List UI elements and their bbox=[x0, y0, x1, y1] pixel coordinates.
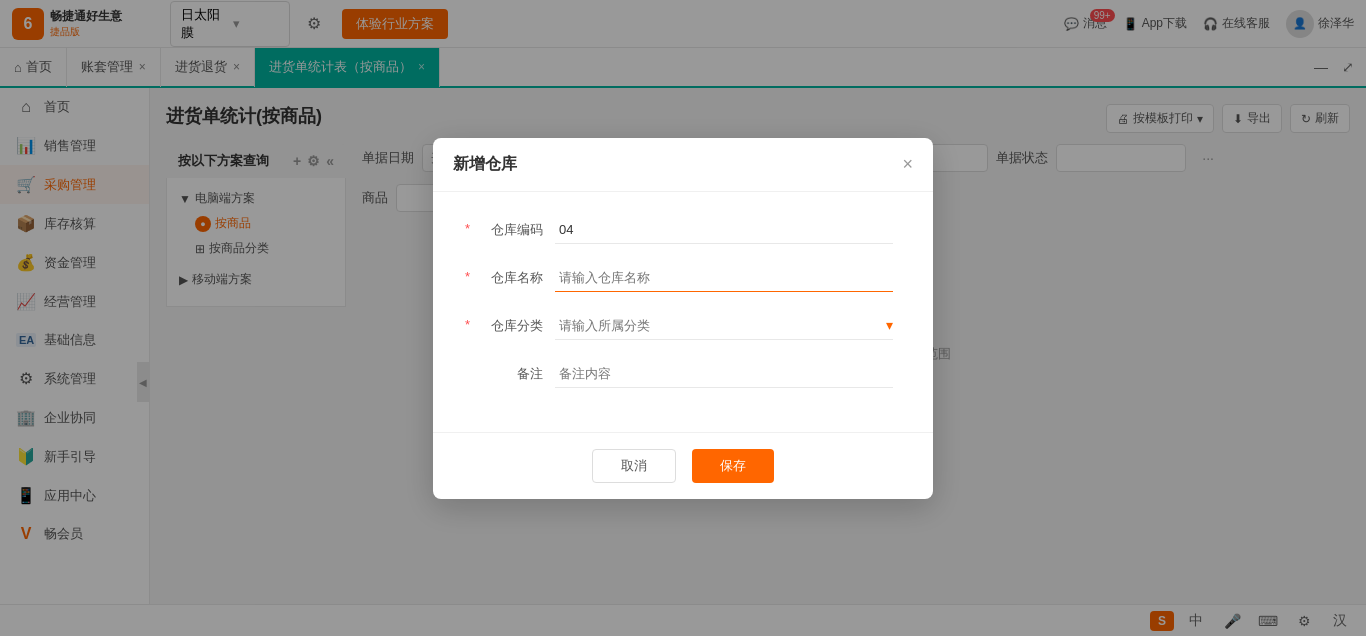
warehouse-name-input[interactable] bbox=[555, 264, 893, 292]
dialog-body: 仓库编码 仓库名称 仓库分类 ▾ 备注 bbox=[433, 192, 933, 432]
warehouse-code-input[interactable] bbox=[555, 216, 893, 244]
warehouse-name-row: 仓库名称 bbox=[473, 264, 893, 292]
code-label: 仓库编码 bbox=[473, 221, 543, 239]
warehouse-category-row: 仓库分类 ▾ bbox=[473, 312, 893, 340]
warehouse-note-input[interactable] bbox=[555, 360, 893, 388]
warehouse-category-input[interactable] bbox=[555, 312, 886, 339]
warehouse-note-row: 备注 bbox=[473, 360, 893, 388]
dialog-close-button[interactable]: × bbox=[902, 154, 913, 175]
category-input-wrap: ▾ bbox=[555, 312, 893, 340]
warehouse-code-row: 仓库编码 bbox=[473, 216, 893, 244]
note-label: 备注 bbox=[473, 365, 543, 383]
dialog-footer: 取消 保存 bbox=[433, 432, 933, 499]
category-dropdown-icon[interactable]: ▾ bbox=[886, 317, 893, 333]
category-label: 仓库分类 bbox=[473, 317, 543, 335]
modal-overlay[interactable]: 新增仓库 × 仓库编码 仓库名称 仓库分类 ▾ bbox=[0, 0, 1366, 636]
new-warehouse-dialog: 新增仓库 × 仓库编码 仓库名称 仓库分类 ▾ bbox=[433, 138, 933, 499]
save-button[interactable]: 保存 bbox=[692, 449, 774, 483]
cancel-button[interactable]: 取消 bbox=[592, 449, 676, 483]
dialog-header: 新增仓库 × bbox=[433, 138, 933, 192]
dialog-title: 新增仓库 bbox=[453, 154, 517, 175]
name-label: 仓库名称 bbox=[473, 269, 543, 287]
